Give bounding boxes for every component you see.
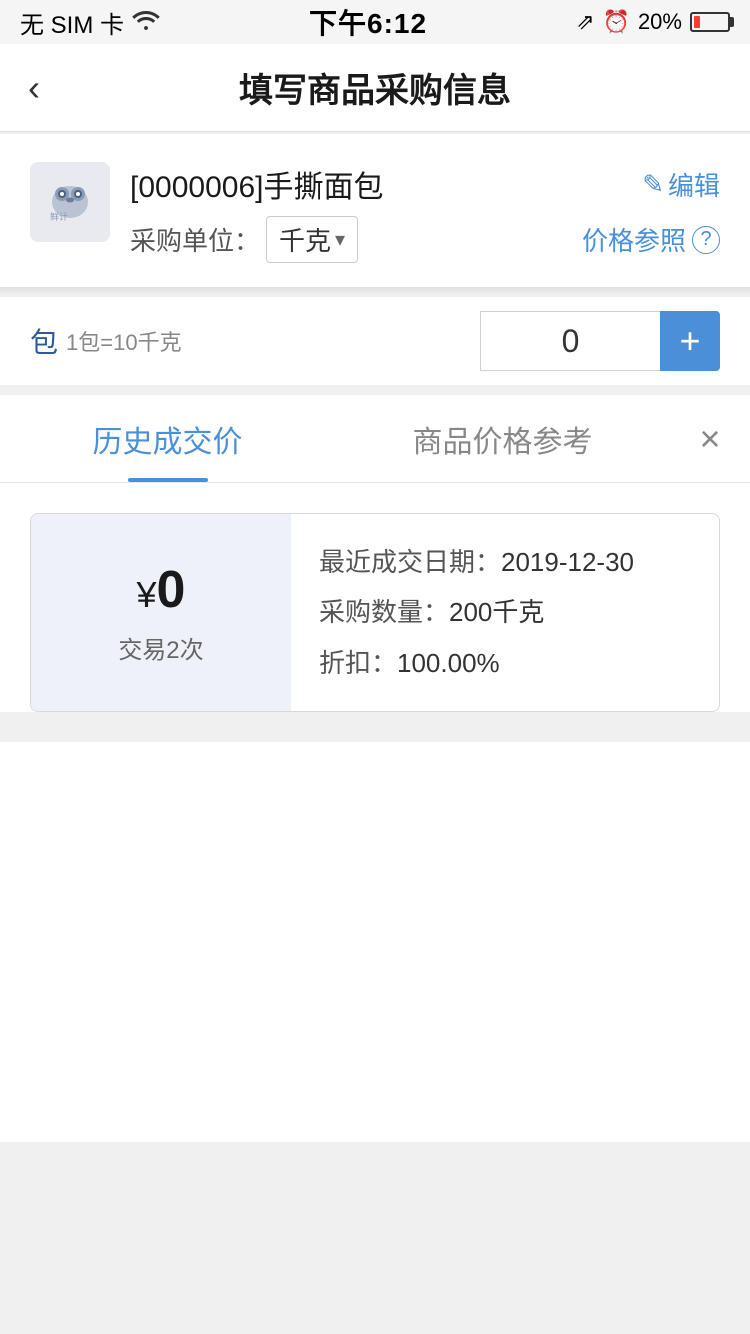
price-value: 0 xyxy=(157,561,186,619)
status-right: ⇗ ⏰ 20% xyxy=(576,9,730,35)
tab-product-label: 商品价格参考 xyxy=(413,417,593,461)
section-divider xyxy=(0,287,750,295)
quantity-sub-label: 1包=10千克 xyxy=(66,325,182,357)
quantity-unit-badge: 包 xyxy=(30,321,58,361)
tab-history-price[interactable]: 历史成交价 xyxy=(0,395,335,482)
sim-text: 无 SIM 卡 xyxy=(20,5,124,40)
battery-pct: 20% xyxy=(638,9,682,35)
price-reference-button[interactable]: 价格参照 ? xyxy=(582,221,720,258)
detail-qty-value: 200千克 xyxy=(449,597,544,627)
detail-discount-label: 折扣： xyxy=(319,648,397,678)
wifi-icon xyxy=(132,8,160,37)
currency-symbol: ¥ xyxy=(137,574,157,615)
edit-icon: ✎ xyxy=(642,169,664,200)
quantity-controls: 0 + xyxy=(480,311,720,371)
close-icon: × xyxy=(699,418,720,460)
nav-bar: ‹ 填写商品采购信息 xyxy=(0,44,750,132)
detail-discount-row: 折扣：100.00% xyxy=(319,645,691,681)
back-button[interactable]: ‹ xyxy=(28,70,40,106)
edit-button[interactable]: ✎ 编辑 xyxy=(642,166,720,203)
product-name: [0000006]手撕面包 xyxy=(130,162,383,206)
tab-history-label: 历史成交价 xyxy=(93,417,243,461)
quantity-row: 包 1包=10千克 0 + xyxy=(0,297,750,385)
quantity-label: 包 1包=10千克 xyxy=(30,321,480,361)
unit-select-dropdown[interactable]: 千克 ▾ xyxy=(266,216,358,263)
detail-qty-label: 采购数量： xyxy=(319,597,449,627)
detail-date-value: 2019-12-30 xyxy=(501,547,634,577)
product-image-icon: 鲜计 xyxy=(40,168,100,237)
trades-count: 交易2次 xyxy=(118,630,203,665)
svg-text:鲜计: 鲜计 xyxy=(50,211,68,222)
quantity-value: 0 xyxy=(562,323,580,360)
quantity-plus-button[interactable]: + xyxy=(660,311,720,371)
product-header: 鲜计 [0000006]手撕面包 ✎ 编辑 采购单位： 千克 ▾ xyxy=(30,162,720,263)
price-card-left: ¥0 交易2次 xyxy=(31,514,291,711)
status-left: 无 SIM 卡 xyxy=(20,5,160,40)
plus-icon: + xyxy=(679,320,700,362)
price-card: ¥0 交易2次 最近成交日期：2019-12-30 采购数量：200千克 折扣：… xyxy=(30,513,720,712)
unit-row: 采购单位： 千克 ▾ 价格参照 ? xyxy=(130,216,720,263)
bottom-space xyxy=(0,742,750,1142)
detail-quantity-row: 采购数量：200千克 xyxy=(319,594,691,630)
status-bar: 无 SIM 卡 下午6:12 ⇗ ⏰ 20% xyxy=(0,0,750,44)
tab-product-price[interactable]: 商品价格参考 xyxy=(335,395,670,482)
product-section: 鲜计 [0000006]手撕面包 ✎ 编辑 采购单位： 千克 ▾ xyxy=(0,134,750,287)
location-icon: ⇗ xyxy=(576,9,594,35)
product-name-row: [0000006]手撕面包 ✎ 编辑 xyxy=(130,162,720,206)
help-icon: ? xyxy=(692,226,720,254)
product-info: [0000006]手撕面包 ✎ 编辑 采购单位： 千克 ▾ 价格参照 ? xyxy=(130,162,720,263)
page-title: 填写商品采购信息 xyxy=(239,63,511,112)
main-divider xyxy=(0,385,750,395)
unit-value: 千克 xyxy=(279,221,331,258)
price-card-right: 最近成交日期：2019-12-30 采购数量：200千克 折扣：100.00% xyxy=(291,514,719,711)
detail-date-label: 最近成交日期： xyxy=(319,547,501,577)
detail-date-row: 最近成交日期：2019-12-30 xyxy=(319,544,691,580)
unit-label: 采购单位： xyxy=(130,221,260,258)
quantity-section: 包 1包=10千克 0 + xyxy=(0,297,750,385)
close-panel-button[interactable]: × xyxy=(670,395,750,483)
alarm-icon: ⏰ xyxy=(603,9,630,35)
battery-indicator xyxy=(690,12,730,32)
dropdown-arrow-icon: ▾ xyxy=(335,227,345,252)
price-ref-label: 价格参照 xyxy=(582,221,686,258)
price-amount: ¥0 xyxy=(137,560,186,620)
detail-discount-value: 100.00% xyxy=(397,648,500,678)
price-tabs: 历史成交价 商品价格参考 × xyxy=(0,395,750,483)
edit-label: 编辑 xyxy=(668,166,720,203)
status-time: 下午6:12 xyxy=(309,2,427,42)
product-thumbnail: 鲜计 xyxy=(30,162,110,242)
quantity-input[interactable]: 0 xyxy=(480,311,660,371)
price-section: 历史成交价 商品价格参考 × ¥0 交易2次 最近成交日期：2019-12-30… xyxy=(0,395,750,712)
